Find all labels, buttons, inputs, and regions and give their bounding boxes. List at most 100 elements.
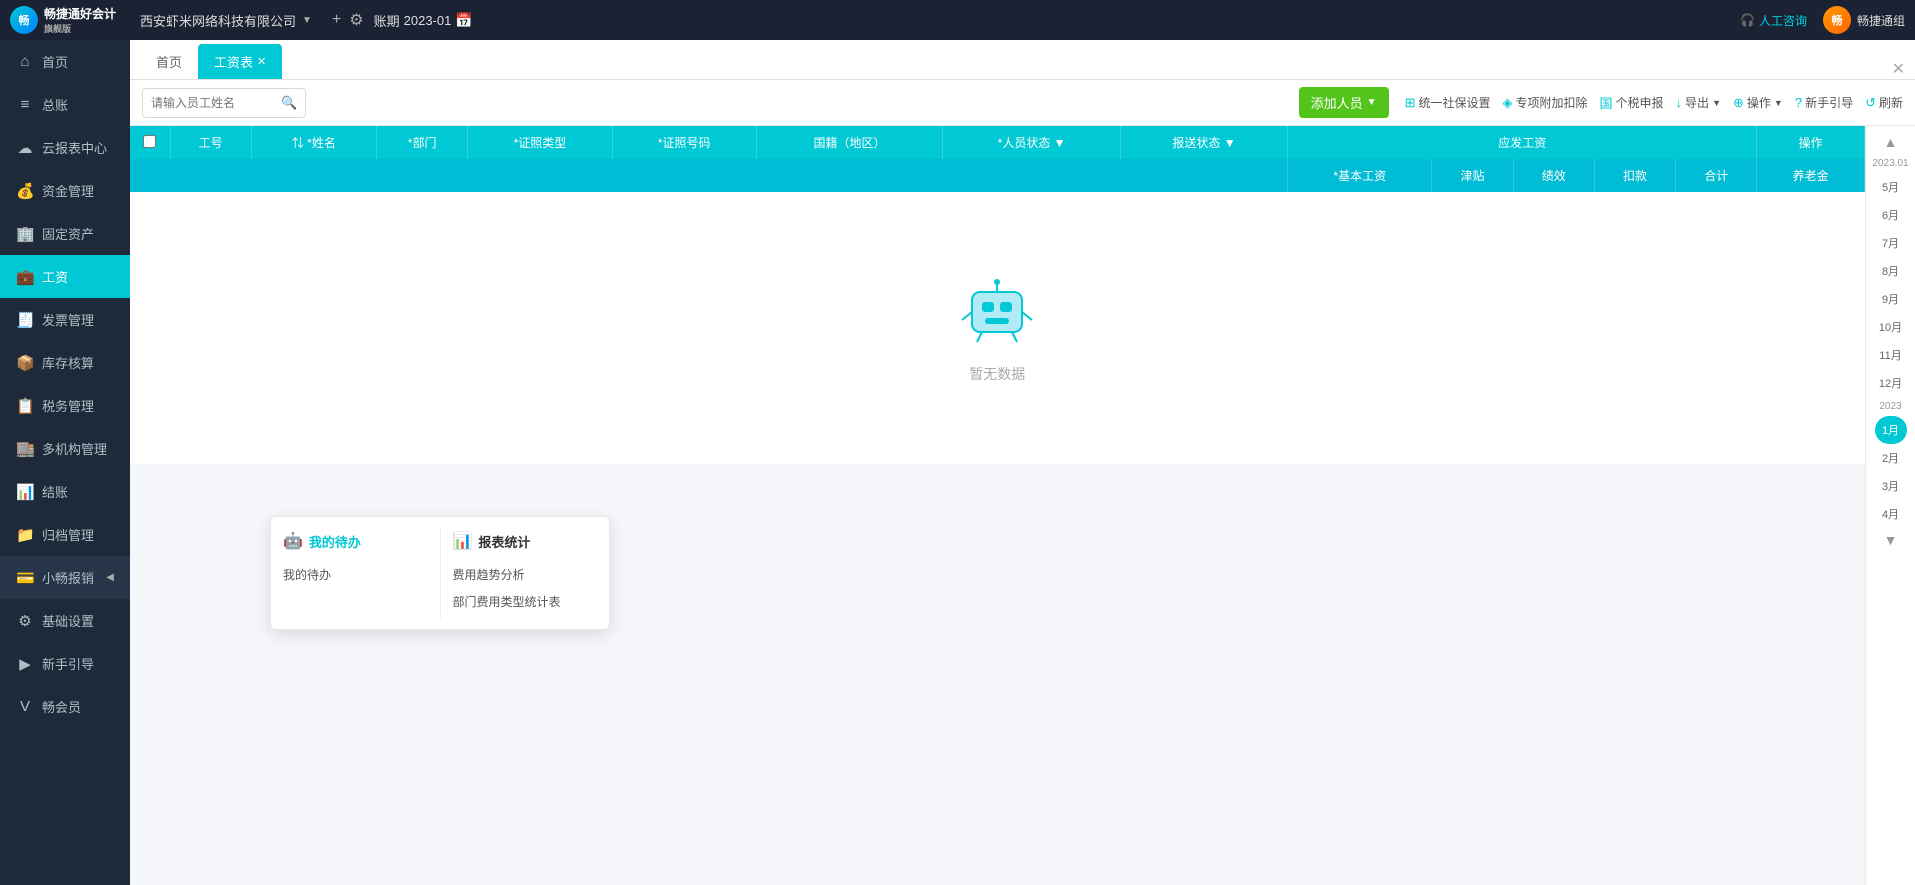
sidebar-item-salary[interactable]: 💼 工资 [0, 255, 130, 298]
sidebar-item-tax[interactable]: 📋 税务管理 [0, 384, 130, 427]
month-5[interactable]: 5月 [1866, 173, 1915, 201]
month-4[interactable]: 4月 [1866, 500, 1915, 528]
table-empty-row: 暂无数据 [130, 192, 1865, 464]
tab-salary[interactable]: 工资表 ✕ [198, 44, 282, 79]
popup-section-row: 🤖 我的待办 我的待办 📊 报表统计 [271, 517, 609, 629]
sidebar-item-cloudreport[interactable]: ☁ 云报表中心 [0, 126, 130, 169]
user-area[interactable]: 畅 畅捷通组 [1823, 6, 1905, 34]
chevron-down-icon: ▼ [302, 15, 312, 26]
col-number: 工号 [170, 126, 251, 159]
popup-item-mytodo[interactable]: 我的待办 [283, 561, 428, 588]
month-12[interactable]: 12月 [1866, 369, 1915, 397]
window-close-icon[interactable]: ✕ [1892, 59, 1905, 79]
month-9[interactable]: 9月 [1866, 285, 1915, 313]
month-10[interactable]: 10月 [1866, 313, 1915, 341]
sidebar-item-inventory[interactable]: 📦 库存核算 [0, 341, 130, 384]
table-header-row-sub: *基本工资 津贴 绩效 扣款 合计 养老金 [130, 159, 1865, 192]
tax-report-icon: 国 [1600, 93, 1613, 112]
sidebar-item-ledger[interactable]: ≡ 总账 [0, 83, 130, 126]
user-name: 畅捷通组 [1857, 12, 1905, 29]
month-7[interactable]: 7月 [1866, 229, 1915, 257]
period-label: 账期 [374, 11, 400, 30]
popup-col-todo: 🤖 我的待办 我的待办 [271, 517, 440, 629]
calendar-icon[interactable]: 📅 [455, 12, 472, 29]
month-1-active[interactable]: 1月 [1875, 416, 1907, 444]
year-top-label: 2023.01 [1872, 154, 1908, 173]
top-header: 畅 畅捷通好会计 旗舰版 西安虾米网络科技有限公司 ▼ + ⚙ 账期 2023-… [0, 0, 1915, 40]
sub-col-performance: 绩效 [1513, 159, 1594, 192]
popup-item-trend[interactable]: 费用趋势分析 [453, 561, 598, 588]
export-arrow: ▼ [1712, 98, 1721, 108]
logo-area: 畅 畅捷通好会计 旗舰版 [10, 5, 130, 35]
month-6[interactable]: 6月 [1866, 201, 1915, 229]
multi-icon: 🏬 [16, 440, 34, 458]
sidebar-item-assets[interactable]: 🏢 固定资产 [0, 212, 130, 255]
right-panel: ▲ 2023.01 5月 6月 7月 8月 9月 10月 11月 12月 202… [1865, 126, 1915, 885]
tab-home[interactable]: 首页 [140, 44, 198, 79]
select-all-checkbox[interactable] [143, 135, 156, 148]
social-security-btn[interactable]: ⊞ 统一社保设置 [1405, 94, 1491, 111]
sidebar-item-label: 发票管理 [42, 310, 94, 329]
sub-col-base-salary: *基本工资 [1288, 159, 1432, 192]
expense-icon: 💳 [16, 569, 34, 587]
social-security-icon: ⊞ [1405, 95, 1416, 111]
tax-report-btn[interactable]: 国 个税申报 [1600, 93, 1664, 112]
operation-arrow: ▼ [1774, 98, 1783, 108]
company-selector[interactable]: 西安虾米网络科技有限公司 ▼ [140, 11, 312, 30]
guide-btn[interactable]: ? 新手引导 [1795, 94, 1853, 111]
sidebar-item-guide[interactable]: ▶ 新手引导 [0, 642, 130, 685]
sidebar-item-funds[interactable]: 💰 资金管理 [0, 169, 130, 212]
special-deduction-btn[interactable]: ◈ 专项附加扣除 [1503, 94, 1588, 111]
sidebar-item-vip[interactable]: V 畅会员 [0, 685, 130, 728]
popup-col-reports: 📊 报表统计 费用趋势分析 部门费用类型统计表 [441, 517, 610, 629]
month-8[interactable]: 8月 [1866, 257, 1915, 285]
reports-icon: 📊 [453, 531, 473, 551]
popup-item-dept-stats[interactable]: 部门费用类型统计表 [453, 588, 598, 615]
close-books-icon: 📊 [16, 483, 34, 501]
month-2[interactable]: 2月 [1866, 444, 1915, 472]
sidebar-item-home[interactable]: ⌂ 首页 [0, 40, 130, 83]
user-initials: 畅 [1831, 12, 1842, 28]
customer-service-btn[interactable]: 🎧 人工咨询 [1740, 12, 1807, 29]
add-person-button[interactable]: 添加人员 ▼ [1299, 87, 1389, 118]
app-sub: 旗舰版 [44, 22, 116, 35]
month-11[interactable]: 11月 [1866, 341, 1915, 369]
assets-icon: 🏢 [16, 225, 34, 243]
operation-btn[interactable]: ⊕ 操作 ▼ [1733, 94, 1783, 111]
sidebar-item-basic-settings[interactable]: ⚙ 基础设置 [0, 599, 130, 642]
search-input[interactable] [151, 96, 281, 110]
col-action: 操作 [1757, 126, 1865, 159]
popup-reports-label: 报表统计 [478, 532, 530, 551]
sidebar-item-expense[interactable]: 💳 小畅报销 ◀ [0, 556, 130, 599]
todo-icon: 🤖 [283, 531, 303, 551]
month-3[interactable]: 3月 [1866, 472, 1915, 500]
sidebar-item-invoice[interactable]: 🧾 发票管理 [0, 298, 130, 341]
sidebar-item-label: 结账 [42, 482, 68, 501]
col-id-type: *证照类型 [468, 126, 612, 159]
guide-toolbar-icon: ? [1795, 95, 1802, 110]
tab-home-label: 首页 [156, 52, 182, 71]
sidebar-item-archive[interactable]: 📁 归档管理 [0, 513, 130, 556]
col-id-number: *证照号码 [612, 126, 756, 159]
refresh-btn[interactable]: ↺ 刷新 [1865, 94, 1903, 111]
content-area: 首页 工资表 ✕ ✕ 🔍 添加人员 ▼ ⊞ 统一社保设置 [130, 40, 1915, 885]
inventory-icon: 📦 [16, 354, 34, 372]
timeline-down-arrow[interactable]: ▼ [1880, 528, 1902, 552]
sidebar-item-label: 首页 [42, 52, 68, 71]
popup-todo-header: 🤖 我的待办 [283, 531, 428, 551]
table-header-row-main: 工号 ⇅ *姓名 *部门 *证照类型 *证照号码 国籍（地区） *人员状态 ▼ … [130, 126, 1865, 159]
app-name-block: 畅捷通好会计 旗舰版 [44, 5, 116, 35]
sub-col-pension: 养老金 [1757, 159, 1865, 192]
sidebar-item-label: 资金管理 [42, 181, 94, 200]
settings-icon[interactable]: ⚙ [349, 10, 363, 30]
operation-icon: ⊕ [1733, 95, 1744, 111]
tab-bar: 首页 工资表 ✕ ✕ [130, 40, 1915, 80]
export-btn[interactable]: ↓ 导出 ▼ [1676, 94, 1721, 111]
ledger-icon: ≡ [16, 96, 34, 113]
sidebar-item-close[interactable]: 📊 结账 [0, 470, 130, 513]
sidebar-item-multi[interactable]: 🏬 多机构管理 [0, 427, 130, 470]
timeline-up-arrow[interactable]: ▲ [1880, 130, 1902, 154]
basic-settings-icon: ⚙ [16, 612, 34, 630]
add-icon[interactable]: + [332, 11, 341, 29]
tab-close-icon[interactable]: ✕ [257, 55, 266, 68]
